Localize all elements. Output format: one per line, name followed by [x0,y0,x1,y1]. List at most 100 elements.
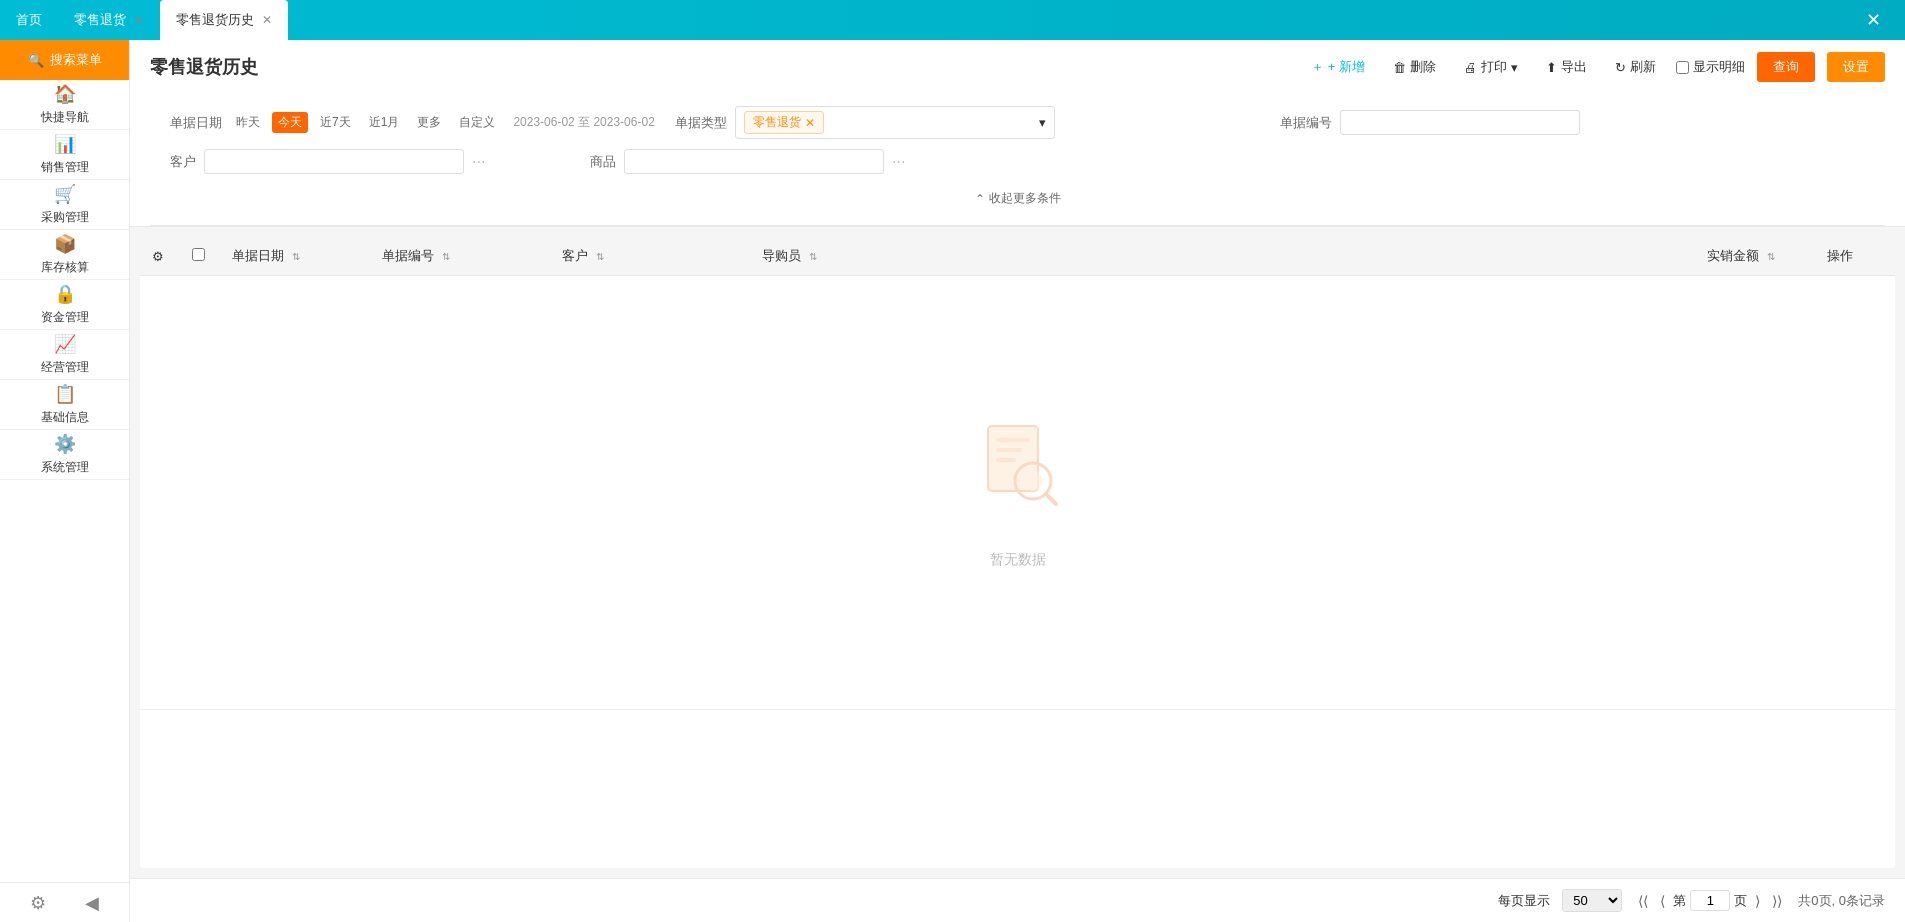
tab-retail-return-history-close[interactable]: ✕ [262,13,272,27]
collapse-footer-icon[interactable]: ◀ [85,892,99,914]
svg-rect-3 [996,458,1016,462]
more-conditions-label: 收起更多条件 [989,190,1061,207]
date-btn-today[interactable]: 今天 [272,112,308,133]
show-detail-label: 显示明细 [1693,58,1745,76]
table-body: 暂无数据 [140,276,1895,710]
date-filter-item: 单据日期 昨天 今天 近7天 近1月 更多 自定义 2023-06-02 至 2… [170,112,655,133]
col-header-customer[interactable]: 客户 ⇅ [550,237,750,276]
goods-filter-label: 商品 [590,153,616,171]
page-last-button[interactable]: ⟩⟩ [1768,891,1786,911]
page-prev-button[interactable]: ⟨ [1656,891,1669,911]
tab-home[interactable]: 首页 [0,0,58,40]
date-btn-1month[interactable]: 近1月 [363,112,406,133]
goods-filter-input[interactable] [624,149,884,174]
svg-rect-2 [996,448,1022,452]
empty-state: 暂无数据 [140,336,1895,649]
tab-retail-return-close[interactable]: ✕ [134,13,144,27]
page-total: 共0页, 0条记录 [1798,892,1885,910]
sidebar-item-finance-mgmt[interactable]: 🔒 资金管理 [0,280,129,330]
print-button[interactable]: 🖨 打印 ▾ [1456,54,1526,80]
tab-retail-return-label: 零售退货 [74,11,126,29]
no-filter-input[interactable] [1340,110,1580,135]
empty-state-cell: 暂无数据 [140,276,1895,710]
sales-icon: 📊 [54,133,76,155]
page-number-input[interactable] [1690,890,1730,911]
table-header-row: ⚙ 单据日期 ⇅ 单据编号 ⇅ [140,237,1895,276]
sidebar-item-operation-mgmt[interactable]: 📈 经营管理 [0,330,129,380]
toolbar: ＋ + 新增 🗑 删除 🖨 打印 ▾ ⬆ 导出 [1303,52,1885,82]
sidebar-item-sales-mgmt[interactable]: 📊 销售管理 [0,130,129,180]
col-guide-label: 导购员 [762,248,801,263]
empty-icon-svg [968,416,1068,516]
col-guide-sort-icon[interactable]: ⇅ [809,251,817,262]
delete-button[interactable]: 🗑 删除 [1385,54,1444,80]
empty-text: 暂无数据 [990,551,1046,569]
tab-retail-return[interactable]: 零售退货 ✕ [58,0,160,40]
sidebar: 🔍 搜索菜单 🏠 快捷导航 📊 销售管理 🛒 采购管理 📦 库存核算 🔒 [0,40,130,922]
col-header-op: 操作 [1815,237,1895,276]
svg-rect-1 [996,438,1030,442]
more-conditions-toggle[interactable]: ⌃ 收起更多条件 [975,184,1061,213]
date-btn-custom[interactable]: 自定义 [453,112,501,133]
goods-more-icon[interactable]: ··· [892,153,905,171]
basic-info-icon: 📋 [54,383,76,405]
col-header-check[interactable] [180,237,220,276]
customer-filter-input[interactable] [204,149,464,174]
col-customer-label: 客户 [562,248,588,263]
customer-more-icon[interactable]: ··· [472,153,485,171]
refresh-label: 刷新 [1630,58,1656,76]
sidebar-item-system-mgmt[interactable]: ⚙️ 系统管理 [0,430,129,480]
tab-retail-return-history[interactable]: 零售退货历史 ✕ [160,0,288,40]
show-detail-checkbox-label: 显示明细 [1676,58,1745,76]
col-header-amount[interactable]: 实销金额 ⇅ [1695,237,1815,276]
empty-illustration [968,416,1068,535]
type-select[interactable]: 零售退货 ✕ ▾ [735,106,1055,139]
date-btn-more[interactable]: 更多 [411,112,447,133]
settings-footer-icon[interactable]: ⚙ [30,892,46,914]
page-first-button[interactable]: ⟨⟨ [1634,891,1652,911]
col-header-date[interactable]: 单据日期 ⇅ [220,237,370,276]
sidebar-item-quick-nav[interactable]: 🏠 快捷导航 [0,80,129,130]
search-icon: 🔍 [28,53,44,68]
data-table: ⚙ 单据日期 ⇅ 单据编号 ⇅ [140,237,1895,710]
col-header-settings[interactable]: ⚙ [140,237,180,276]
select-all-checkbox[interactable] [192,248,205,261]
export-label: 导出 [1561,58,1587,76]
filter-row-1: 单据日期 昨天 今天 近7天 近1月 更多 自定义 2023-06-02 至 2… [170,106,1865,139]
export-button[interactable]: ⬆ 导出 [1538,54,1595,80]
sidebar-search-label: 搜索菜单 [50,51,102,69]
tab-list: 首页 零售退货 ✕ 零售退货历史 ✕ [0,0,1858,40]
customer-filter-item: 客户 ··· [170,149,570,174]
close-window-button[interactable]: ✕ [1858,10,1889,30]
sidebar-item-finance-mgmt-label: 资金管理 [41,309,89,326]
col-date-sort-icon[interactable]: ⇅ [292,251,300,262]
page-size-select[interactable]: 50 10 20 100 [1562,889,1622,912]
col-amount-sort-icon[interactable]: ⇅ [1767,251,1775,262]
sidebar-item-purchase-mgmt[interactable]: 🛒 采购管理 [0,180,129,230]
date-filter-buttons: 昨天 今天 近7天 近1月 更多 自定义 [230,112,501,133]
sidebar-item-inventory[interactable]: 📦 库存核算 [0,230,129,280]
col-no-sort-icon[interactable]: ⇅ [442,251,450,262]
print-arrow-icon: ▾ [1511,60,1518,75]
set-button[interactable]: 设置 [1827,52,1885,82]
system-icon: ⚙️ [54,433,76,455]
col-customer-sort-icon[interactable]: ⇅ [596,251,604,262]
col-header-no[interactable]: 单据编号 ⇅ [370,237,550,276]
query-button[interactable]: 查询 [1757,52,1815,82]
refresh-button[interactable]: ↻ 刷新 [1607,54,1664,80]
page-word: 第 [1673,892,1686,910]
page-next-button[interactable]: ⟩ [1751,891,1764,911]
delete-icon: 🗑 [1393,60,1406,75]
sidebar-item-basic-info[interactable]: 📋 基础信息 [0,380,129,430]
col-header-guide[interactable]: 导购员 ⇅ [750,237,900,276]
col-no-label: 单据编号 [382,248,434,263]
date-btn-yesterday[interactable]: 昨天 [230,112,266,133]
column-settings-icon[interactable]: ⚙ [152,249,164,264]
show-detail-checkbox[interactable] [1676,61,1689,74]
type-tag-remove[interactable]: ✕ [805,116,815,130]
operation-icon: 📈 [54,333,76,355]
new-button[interactable]: ＋ + 新增 [1303,54,1373,80]
date-btn-7days[interactable]: 近7天 [314,112,357,133]
content-area: 零售退货历史 ＋ + 新增 🗑 删除 🖨 打印 ▾ [130,40,1905,922]
sidebar-search[interactable]: 🔍 搜索菜单 [0,40,129,80]
